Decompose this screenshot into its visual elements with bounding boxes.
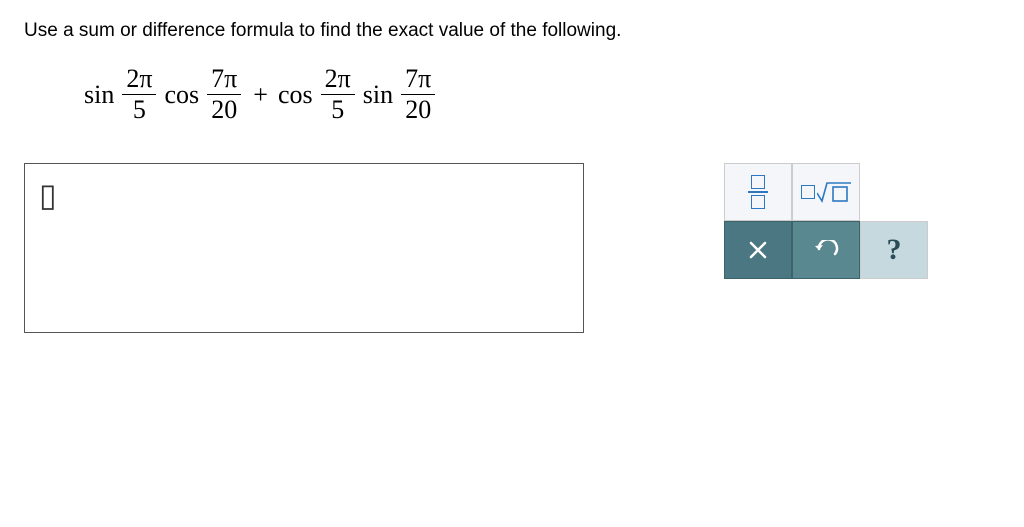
fraction-3: 2π 5 — [321, 66, 355, 123]
fn-sin-2: sin — [363, 80, 393, 110]
fraction-tool-button[interactable] — [724, 163, 792, 221]
close-icon — [747, 239, 769, 261]
frac-num: 7π — [401, 66, 435, 95]
undo-icon — [813, 240, 839, 260]
fraction-1: 2π 5 — [122, 66, 156, 123]
frac-den: 5 — [327, 95, 348, 123]
question-prompt: Use a sum or difference formula to find … — [24, 20, 1000, 42]
tool-palette: ? — [724, 163, 928, 279]
frac-den: 20 — [401, 95, 435, 123]
fraction-4: 7π 20 — [401, 66, 435, 123]
math-expression: sin 2π 5 cos 7π 20 + cos 2π 5 sin 7π 20 — [84, 66, 1000, 123]
fraction-icon — [748, 173, 768, 211]
frac-den: 20 — [207, 95, 241, 123]
answer-placeholder-glyph: ▯ — [39, 177, 57, 213]
fn-cos: cos — [164, 80, 199, 110]
sqrt-tool-button[interactable] — [792, 163, 860, 221]
undo-button[interactable] — [792, 221, 860, 279]
fraction-2: 7π 20 — [207, 66, 241, 123]
answer-input[interactable]: ▯ — [24, 163, 584, 333]
frac-num: 7π — [207, 66, 241, 95]
plus-operator: + — [249, 80, 272, 110]
help-button[interactable]: ? — [860, 221, 928, 279]
frac-den: 5 — [129, 95, 150, 123]
frac-num: 2π — [122, 66, 156, 95]
clear-button[interactable] — [724, 221, 792, 279]
fn-cos-2: cos — [278, 80, 313, 110]
fn-sin: sin — [84, 80, 114, 110]
frac-num: 2π — [321, 66, 355, 95]
sqrt-icon — [801, 181, 851, 203]
help-icon: ? — [887, 233, 902, 267]
